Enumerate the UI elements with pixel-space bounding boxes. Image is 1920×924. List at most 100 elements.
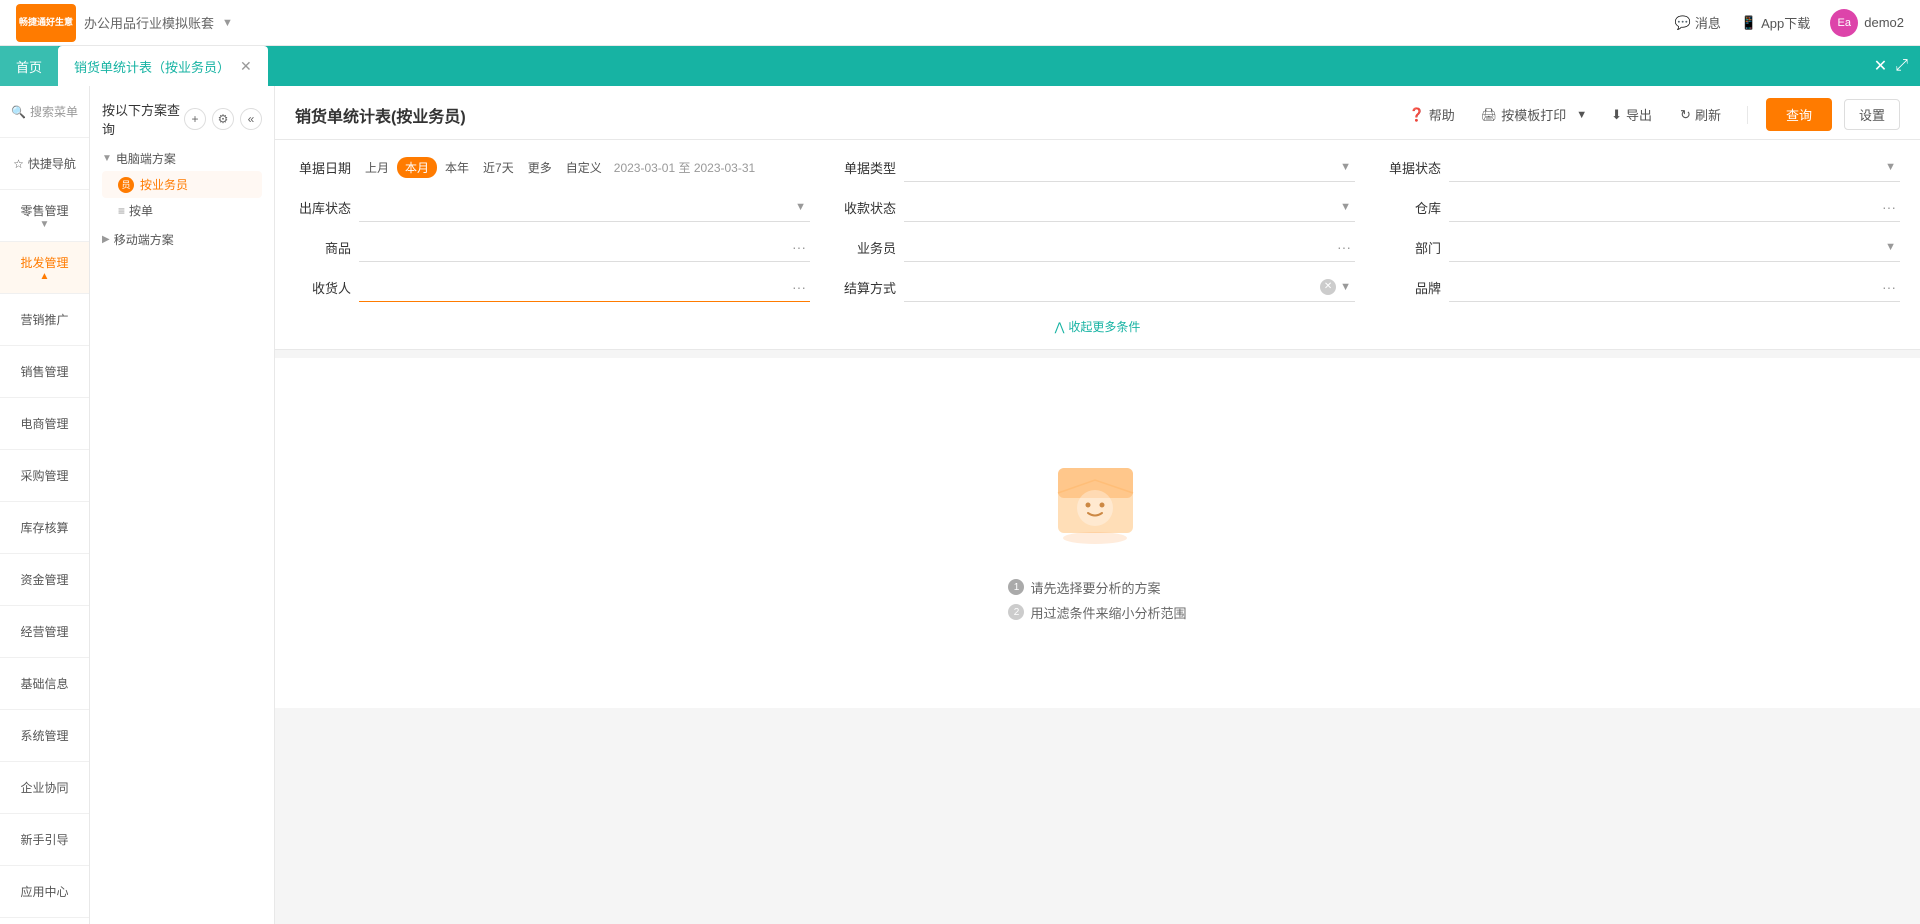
warehouse-input[interactable] [1449,192,1882,221]
warehouse-wrapper[interactable]: ··· [1449,192,1900,222]
department-wrapper[interactable]: ▼ [1449,232,1900,262]
settlement-wrapper[interactable]: ✕ ▼ [904,272,1355,302]
salesperson-input[interactable] [904,232,1337,261]
sidebar-item-corp[interactable]: 企业协同 [0,762,89,814]
scheme-item-by-staff[interactable]: 员 按业务员 [102,171,262,198]
sidebar-item-basic[interactable]: 基础信息 [0,658,89,710]
settlement-clear-btn[interactable]: ✕ [1320,279,1336,295]
filter-area: 单据日期 上月 本月 本年 近7天 更多 自定义 2023-03-01 至 20… [275,140,1920,350]
page-actions: ❓ 帮助 🖨 按模板打印 ▼ ⬇ 导出 [1401,98,1901,131]
scheme-by-order-label: 按单 [129,202,153,219]
date-tab-custom[interactable]: 自定义 [560,157,608,178]
out-status-wrapper[interactable]: ▼ [359,192,810,222]
sidebar-item-purchase[interactable]: 采购管理 [0,450,89,502]
help-btn[interactable]: ❓ 帮助 [1401,101,1463,128]
print-btn[interactable]: 🖨 按模板打印 [1475,101,1573,128]
bill-status-input[interactable] [1449,152,1885,181]
sidebar-quicknav[interactable]: ☆ 快捷导航 [0,138,89,190]
date-filter: 上月 本月 本年 近7天 更多 自定义 2023-03-01 至 2023-03… [359,157,810,178]
sidebar-item-newbie[interactable]: 新手引导 [0,814,89,866]
bill-type-dropdown-icon[interactable]: ▼ [1340,161,1351,173]
bill-type-input[interactable] [904,152,1340,181]
salesperson-dots-icon[interactable]: ··· [1337,239,1351,255]
sidebar-item-wholesale[interactable]: 批发管理 ▲ [0,242,89,294]
brand-wrapper[interactable]: ··· [1449,272,1900,302]
department-dropdown-icon[interactable]: ▼ [1885,241,1896,253]
sidebar-item-wechat[interactable]: 企业微信 [0,918,89,924]
pc-scheme-title[interactable]: ▼ 电脑端方案 [102,146,262,171]
date-tab-7days[interactable]: 近7天 [477,157,520,178]
refresh-btn[interactable]: ↻ 刷新 [1672,101,1729,128]
receiver-dots-icon[interactable]: ··· [792,279,806,295]
brand-input[interactable] [1449,272,1882,301]
sidebar-item-inventory[interactable]: 库存核算 [0,502,89,554]
out-status-dropdown-icon[interactable]: ▼ [795,201,806,213]
step-1-num: 1 [1008,579,1024,595]
receiver-wrapper[interactable]: ··· [359,272,810,302]
sidebar-item-apps[interactable]: 应用中心 [0,866,89,918]
collapse-btn[interactable]: ⋀ 收起更多条件 [1055,318,1141,335]
settlement-input[interactable] [904,272,1320,301]
message-btn[interactable]: 💬 消息 [1675,13,1721,32]
tab-sales-stat[interactable]: 销货单统计表（按业务员） ✕ [58,46,268,86]
bill-type-wrapper[interactable]: ▼ [904,152,1355,182]
sidebar-item-sales[interactable]: 销售管理 [0,346,89,398]
goods-wrapper[interactable]: ··· [359,232,810,262]
salesperson-wrapper[interactable]: ··· [904,232,1355,262]
user-profile[interactable]: Ea demo2 [1830,9,1904,37]
tab-minimize-icon[interactable]: ✕ [1874,56,1887,76]
collapse-panel-btn[interactable]: « [240,108,262,130]
sidebar-item-finance[interactable]: 资金管理 [0,554,89,606]
collection-status-dropdown-icon[interactable]: ▼ [1340,201,1351,213]
bill-status-label: 单据状态 [1385,158,1441,177]
sidebar-item-retail[interactable]: 零售管理 ▼ [0,190,89,242]
sidebar-search-label: 搜索菜单 [30,103,78,120]
sidebar-item-system[interactable]: 系统管理 [0,710,89,762]
settlement-dropdown-icon[interactable]: ▼ [1340,281,1351,293]
sidebar: 🔍 搜索菜单 ☆ 快捷导航 零售管理 ▼ 批发管理 ▲ 营销推广 销售管理 电商… [0,86,90,924]
brand-dots-icon[interactable]: ··· [1882,279,1896,295]
print-icon: 🖨 [1481,107,1498,123]
mobile-arrow-icon: ▶ [102,234,110,245]
bill-status-wrapper[interactable]: ▼ [1449,152,1900,182]
bill-status-dropdown-icon[interactable]: ▼ [1885,161,1896,173]
receiver-input[interactable] [359,272,792,301]
app-download-btn[interactable]: 📱 App下载 [1741,13,1810,32]
date-tab-this-year[interactable]: 本年 [439,157,475,178]
query-btn[interactable]: 查询 [1766,98,1832,131]
sidebar-search[interactable]: 🔍 搜索菜单 [0,86,89,138]
top-bar-right: 💬 消息 📱 App下载 Ea demo2 [1675,9,1904,37]
collection-status-input[interactable] [904,192,1340,221]
department-input[interactable] [1449,232,1885,261]
print-dropdown-btn[interactable]: ▼ [1572,105,1591,125]
export-btn[interactable]: ⬇ 导出 [1603,101,1660,128]
title-arrow[interactable]: ▼ [222,17,233,29]
sidebar-item-marketing[interactable]: 营销推广 [0,294,89,346]
search-icon: 🔍 [11,105,26,119]
sidebar-item-operations[interactable]: 经营管理 [0,606,89,658]
settings-btn[interactable]: 设置 [1844,99,1900,130]
warehouse-dots-icon[interactable]: ··· [1882,199,1896,215]
tab-home[interactable]: 首页 [0,46,58,86]
tab-close-btn[interactable]: ✕ [240,58,252,75]
pc-scheme-label: 电脑端方案 [116,150,176,167]
tab-maximize-icon[interactable]: ⤢ [1895,57,1908,75]
scheme-item-by-order[interactable]: ≡ 按单 [102,198,262,223]
goods-dots-icon[interactable]: ··· [792,239,806,255]
add-scheme-btn[interactable]: + [184,108,206,130]
date-tab-last-month[interactable]: 上月 [359,157,395,178]
date-tab-more[interactable]: 更多 [522,157,558,178]
filter-settlement: 结算方式 ✕ ▼ [840,272,1355,302]
retail-label: 零售管理 [20,202,68,219]
print-btn-group: 🖨 按模板打印 ▼ [1475,101,1591,128]
goods-input[interactable] [359,232,792,261]
wholesale-label: 批发管理 [20,254,68,271]
mobile-scheme-title[interactable]: ▶ 移动端方案 [102,227,262,252]
collection-status-wrapper[interactable]: ▼ [904,192,1355,222]
filter-warehouse: 仓库 ··· [1385,192,1900,222]
settings-scheme-btn[interactable]: ⚙ [212,108,234,130]
sub-icon: ≡ [118,204,125,218]
sidebar-item-ecommerce[interactable]: 电商管理 [0,398,89,450]
date-tab-this-month[interactable]: 本月 [397,157,437,178]
out-status-input[interactable] [359,192,795,221]
